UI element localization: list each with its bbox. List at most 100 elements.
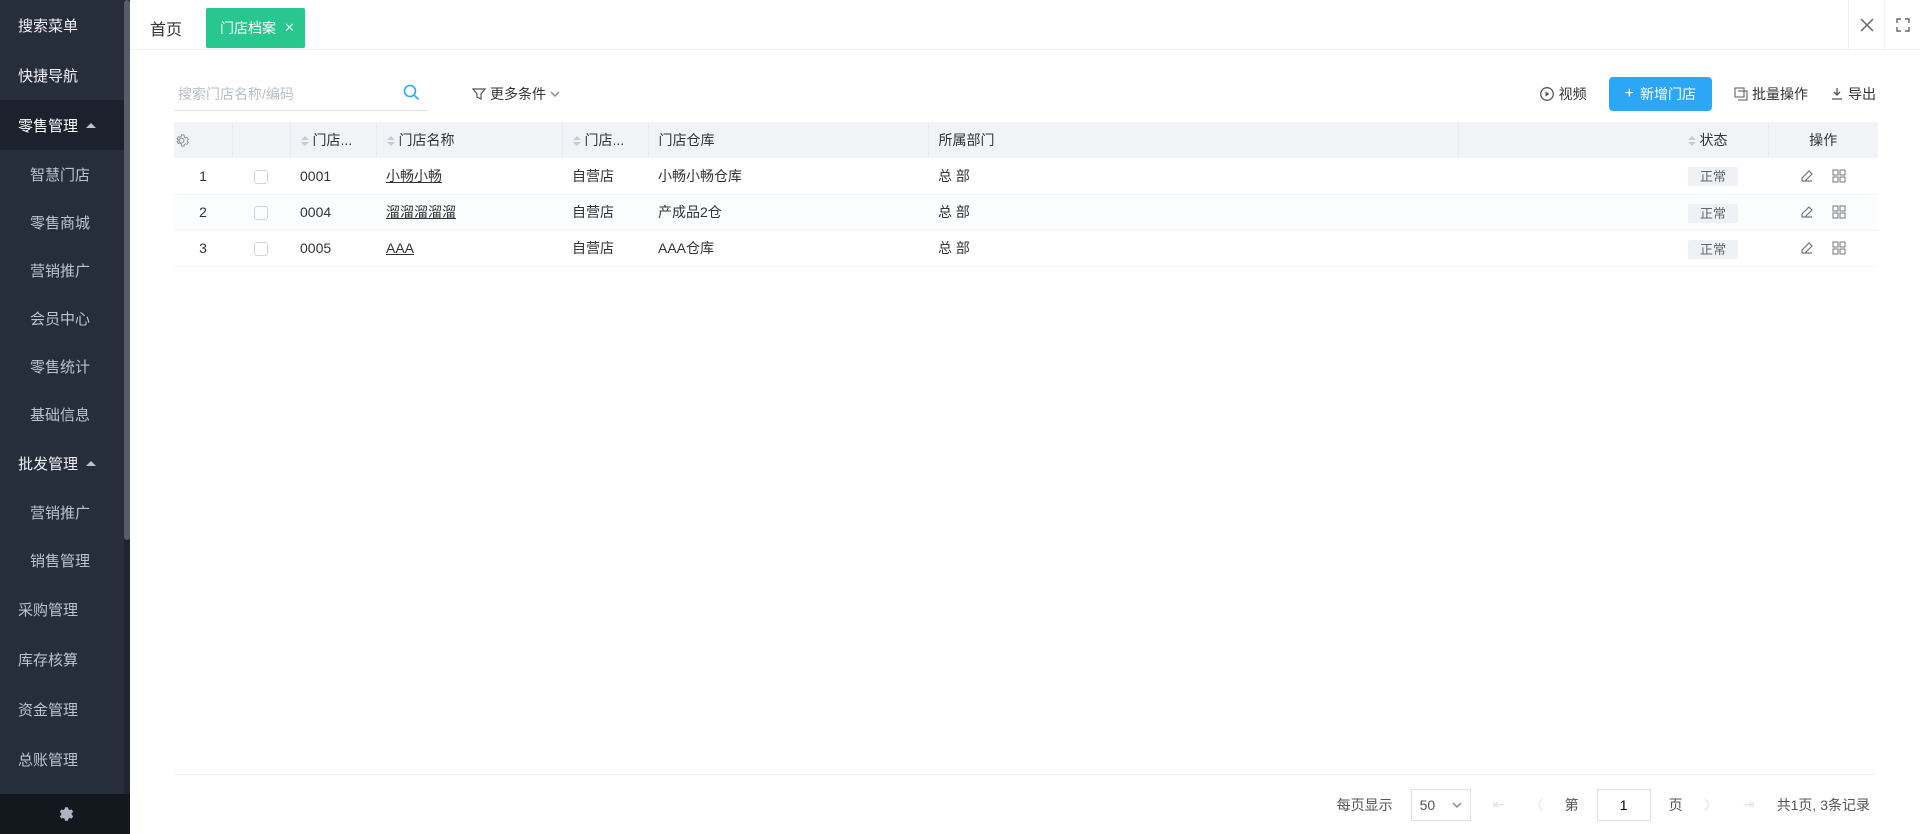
page-first-button[interactable]: ⇤: [1489, 796, 1509, 813]
pagesize-select[interactable]: 50: [1411, 789, 1471, 821]
main: 首页 门店档案 ✕: [130, 0, 1920, 834]
row-checkbox[interactable]: [232, 158, 290, 194]
row-index: 3: [174, 230, 232, 266]
page-last-button[interactable]: ⇥: [1739, 796, 1759, 813]
sidebar-retail[interactable]: 零售管理: [0, 100, 130, 150]
pagination-bar: 每页显示 50 ⇤ 〈 第 页 〉 ⇥ 共1页, 3条记录: [174, 774, 1876, 834]
sidebar-retail-mall[interactable]: 零售商城: [0, 198, 130, 246]
cell-code: 0001: [290, 158, 376, 194]
data-table: 门店... 门店名称 门店... 门店仓库 所属部门 状态 操作 10001小畅…: [174, 122, 1876, 267]
column-settings-button[interactable]: [174, 122, 232, 158]
cell-warehouse: 产成品2仓: [648, 194, 928, 230]
close-icon: [1860, 18, 1874, 32]
fullscreen-button[interactable]: [1884, 0, 1920, 50]
pagesize-label: 每页显示: [1337, 795, 1393, 815]
sidebar-retail-stats[interactable]: 零售统计: [0, 342, 130, 390]
col-status[interactable]: 状态: [1458, 122, 1768, 158]
cell-warehouse: 小畅小畅仓库: [648, 158, 928, 194]
sidebar-wholesale[interactable]: 批发管理: [0, 438, 130, 488]
edit-button[interactable]: [1800, 241, 1814, 255]
cell-dept: 总 部: [928, 194, 1458, 230]
close-all-button[interactable]: [1848, 0, 1884, 50]
batch-ops-button[interactable]: 批量操作: [1734, 84, 1808, 104]
cell-status: 正常: [1458, 194, 1768, 230]
more-filters-button[interactable]: 更多条件: [472, 84, 560, 104]
table-row: 2 0004溜溜溜溜溜自营店产成品2仓总 部正常: [174, 194, 1878, 230]
row-checkbox[interactable]: [232, 194, 290, 230]
cell-warehouse: AAA仓库: [648, 230, 928, 266]
cell-code: 0004: [290, 194, 376, 230]
video-button[interactable]: 视频: [1539, 84, 1587, 104]
sidebar-retail-marketing[interactable]: 营销推广: [0, 246, 130, 294]
export-button[interactable]: 导出: [1830, 84, 1876, 104]
cell-ops: [1768, 230, 1878, 266]
cell-type: 自营店: [562, 194, 648, 230]
sidebar-inventory[interactable]: 库存核算: [0, 634, 130, 684]
row-checkbox[interactable]: [232, 230, 290, 266]
more-button[interactable]: [1832, 169, 1846, 183]
sidebar-retail-member[interactable]: 会员中心: [0, 294, 130, 342]
sidebar-finance[interactable]: 资金管理: [0, 684, 130, 734]
fullscreen-icon: [1896, 18, 1910, 32]
add-store-button[interactable]: + 新增门店: [1609, 77, 1712, 111]
tab-bar: 首页 门店档案 ✕: [130, 0, 1920, 50]
row-index: 2: [174, 194, 232, 230]
sidebar-ledger[interactable]: 总账管理: [0, 734, 130, 784]
sidebar-search-menu[interactable]: 搜索菜单: [0, 0, 130, 50]
cell-name[interactable]: AAA: [376, 230, 562, 266]
chevron-down-icon: [550, 89, 560, 99]
col-name[interactable]: 门店名称: [376, 122, 562, 158]
cell-status: 正常: [1458, 230, 1768, 266]
search-icon[interactable]: [402, 83, 422, 103]
table-row: 1 0001小畅小畅自营店小畅小畅仓库总 部正常: [174, 158, 1878, 194]
tab-home[interactable]: 首页: [130, 8, 202, 48]
col-code[interactable]: 门店...: [290, 122, 376, 158]
play-icon: [1539, 86, 1555, 102]
chevron-down-icon: [1452, 800, 1462, 810]
sidebar-wholesale-marketing[interactable]: 营销推广: [0, 488, 130, 536]
sidebar-retail-base[interactable]: 基础信息: [0, 390, 130, 438]
cell-code: 0005: [290, 230, 376, 266]
more-button[interactable]: [1832, 241, 1846, 255]
sidebar-settings-button[interactable]: [0, 794, 130, 834]
col-dept: 所属部门: [928, 122, 1458, 158]
filter-icon: [472, 87, 486, 101]
close-icon[interactable]: ✕: [284, 20, 295, 36]
col-checkbox: [232, 122, 290, 158]
page-next-button[interactable]: 〉: [1701, 795, 1721, 815]
more-button[interactable]: [1832, 205, 1846, 219]
search-input[interactable]: [174, 77, 428, 111]
page-prev-button[interactable]: 〈: [1527, 795, 1547, 815]
gear-icon: [174, 133, 189, 148]
col-type[interactable]: 门店...: [562, 122, 648, 158]
cell-ops: [1768, 194, 1878, 230]
batch-icon: [1734, 87, 1748, 101]
cell-dept: 总 部: [928, 230, 1458, 266]
export-icon: [1830, 87, 1844, 101]
page-suffix: 页: [1669, 795, 1683, 815]
sidebar-retail-smart-store[interactable]: 智慧门店: [0, 150, 130, 198]
sidebar-scrollbar[interactable]: [124, 0, 130, 794]
page-input[interactable]: [1597, 789, 1651, 821]
sidebar-purchase[interactable]: 采购管理: [0, 584, 130, 634]
toolbar: 更多条件 视频 + 新增门店 批量操作 导出: [174, 66, 1876, 122]
tab-label: 门店档案: [220, 18, 276, 38]
cell-type: 自营店: [562, 158, 648, 194]
cell-name[interactable]: 小畅小畅: [376, 158, 562, 194]
sidebar-quick-nav[interactable]: 快捷导航: [0, 50, 130, 100]
page-prefix: 第: [1565, 795, 1579, 815]
cell-name[interactable]: 溜溜溜溜溜: [376, 194, 562, 230]
cell-type: 自营店: [562, 230, 648, 266]
edit-button[interactable]: [1800, 205, 1814, 219]
tab-store-archive[interactable]: 门店档案 ✕: [206, 8, 305, 48]
edit-button[interactable]: [1800, 169, 1814, 183]
sidebar: 搜索菜单 快捷导航 零售管理 智慧门店 零售商城 营销推广 会员中心 零售统计 …: [0, 0, 130, 834]
table-row: 3 0005AAA自营店AAA仓库总 部正常: [174, 230, 1878, 266]
page-summary: 共1页, 3条记录: [1777, 795, 1870, 815]
sidebar-wholesale-sales[interactable]: 销售管理: [0, 536, 130, 584]
row-index: 1: [174, 158, 232, 194]
col-warehouse: 门店仓库: [648, 122, 928, 158]
cell-dept: 总 部: [928, 158, 1458, 194]
cell-status: 正常: [1458, 158, 1768, 194]
plus-icon: +: [1625, 85, 1634, 103]
